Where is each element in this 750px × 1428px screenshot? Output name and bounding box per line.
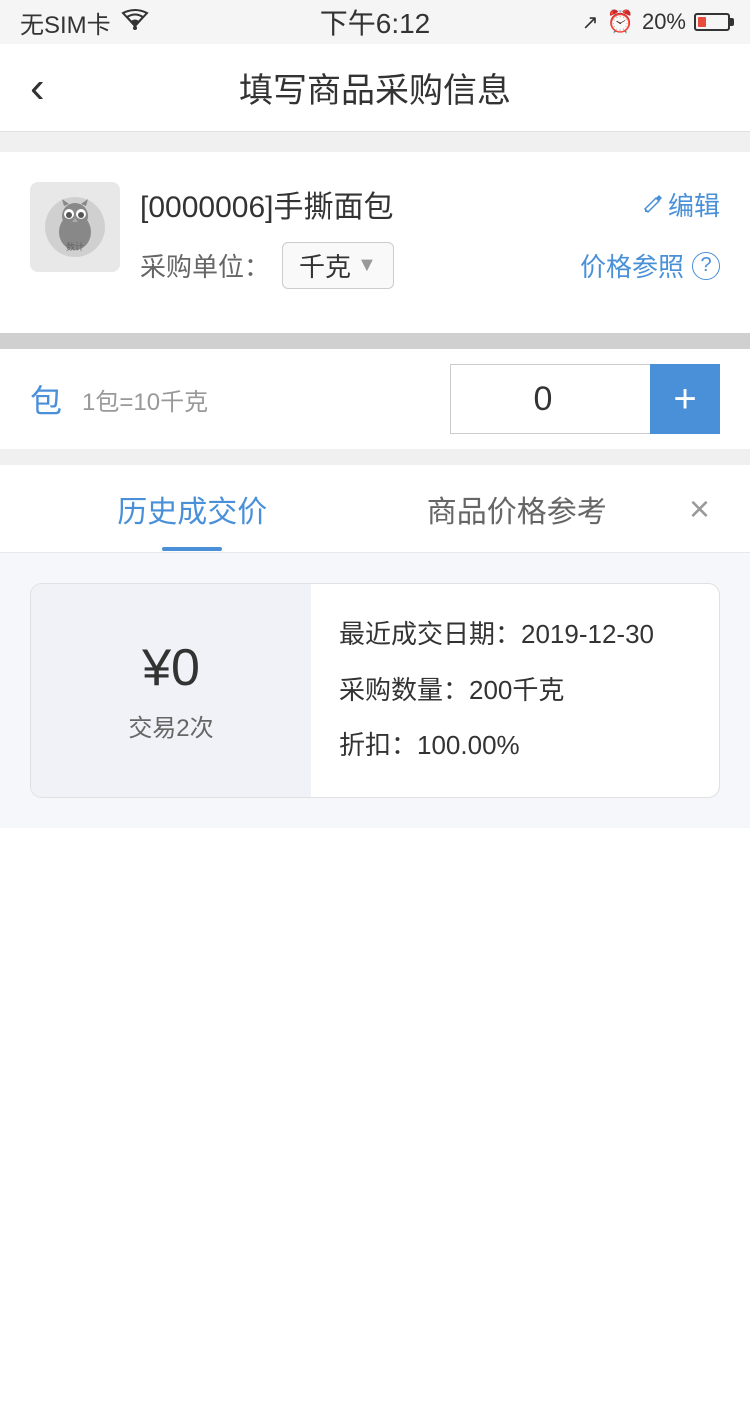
price-card: ¥0 交易2次 最近成交日期：2019-12-30 采购数量：200千克 折扣：… bbox=[30, 583, 720, 798]
battery-icon bbox=[694, 13, 730, 31]
product-full-name: [0000006]手撕面包 bbox=[140, 182, 393, 226]
edit-button[interactable]: 编辑 bbox=[642, 186, 720, 223]
quantity-plus-button[interactable]: + bbox=[650, 364, 720, 434]
price-card-container: ¥0 交易2次 最近成交日期：2019-12-30 采购数量：200千克 折扣：… bbox=[0, 553, 750, 828]
price-value: 0 bbox=[171, 639, 200, 697]
quantity-section: 包 1包=10千克 + bbox=[0, 349, 750, 449]
unit-label: 采购单位： bbox=[140, 247, 270, 284]
price-reference-button[interactable]: 价格参照 ? bbox=[580, 247, 720, 284]
product-info: [0000006]手撕面包 编辑 采购单位： 千克 ▼ bbox=[140, 182, 720, 289]
product-image-icon: 数计 bbox=[40, 192, 110, 262]
unit-select-dropdown[interactable]: 千克 ▼ bbox=[282, 242, 394, 289]
price-ref-label: 价格参照 bbox=[580, 247, 684, 284]
location-icon: ↗ bbox=[582, 10, 599, 35]
empty-content-area bbox=[0, 828, 750, 1428]
discount-label: 折扣： bbox=[339, 730, 417, 760]
discount-value: 100.00% bbox=[417, 730, 520, 760]
tab-price-reference[interactable]: 商品价格参考 bbox=[354, 467, 678, 551]
purchase-qty-label: 采购数量： bbox=[339, 675, 469, 705]
status-time: 下午6:12 bbox=[320, 2, 431, 42]
status-right: ↗ ⏰ 20% bbox=[582, 9, 730, 35]
purchase-qty-row: 采购数量：200千克 bbox=[339, 670, 691, 712]
tabs-section: 历史成交价 商品价格参考 × ¥0 交易2次 最近成交日期：2019-12-30… bbox=[0, 465, 750, 1428]
section-divider bbox=[0, 333, 750, 349]
tab-history-price[interactable]: 历史成交价 bbox=[30, 467, 354, 551]
product-section: 数计 [0000006]手撕面包 编辑 采购单位： bbox=[0, 152, 750, 333]
product-name-row: [0000006]手撕面包 编辑 bbox=[140, 182, 720, 226]
recent-date-row: 最近成交日期：2019-12-30 bbox=[339, 614, 691, 656]
dropdown-arrow-icon: ▼ bbox=[357, 254, 377, 277]
product-header: 数计 [0000006]手撕面包 编辑 采购单位： bbox=[30, 182, 720, 289]
status-left: 无SIM卡 bbox=[20, 5, 149, 40]
alarm-icon: ⏰ bbox=[607, 9, 634, 35]
quantity-input[interactable] bbox=[450, 364, 650, 434]
purchase-qty-value: 200千克 bbox=[469, 675, 564, 705]
tabs-close-button[interactable]: × bbox=[679, 481, 720, 537]
price-left-panel: ¥0 交易2次 bbox=[31, 584, 311, 797]
back-button[interactable]: ‹ bbox=[30, 53, 65, 123]
price-right-panel: 最近成交日期：2019-12-30 采购数量：200千克 折扣：100.00% bbox=[311, 584, 719, 797]
unit-left: 采购单位： 千克 ▼ bbox=[140, 242, 394, 289]
recent-date-label: 最近成交日期： bbox=[339, 619, 521, 649]
svg-text:数计: 数计 bbox=[66, 241, 84, 252]
quantity-right: + bbox=[450, 364, 720, 434]
tabs-header: 历史成交价 商品价格参考 × bbox=[0, 465, 750, 553]
product-thumbnail: 数计 bbox=[30, 182, 120, 272]
wifi-icon bbox=[121, 8, 149, 37]
unit-conversion: 1包=10千克 bbox=[82, 382, 208, 417]
quantity-left: 包 1包=10千克 bbox=[30, 376, 208, 422]
edit-icon bbox=[642, 193, 664, 215]
unit-value: 千克 bbox=[299, 247, 351, 284]
battery-percent: 20% bbox=[642, 9, 686, 35]
unit-badge: 包 bbox=[30, 376, 62, 422]
recent-date-value: 2019-12-30 bbox=[521, 619, 654, 649]
nav-bar: ‹ 填写商品采购信息 bbox=[0, 44, 750, 132]
carrier-label: 无SIM卡 bbox=[20, 5, 111, 40]
discount-row: 折扣：100.00% bbox=[339, 725, 691, 767]
purchase-unit-row: 采购单位： 千克 ▼ 价格参照 ? bbox=[140, 242, 720, 289]
status-bar: 无SIM卡 下午6:12 ↗ ⏰ 20% bbox=[0, 0, 750, 44]
page-title: 填写商品采购信息 bbox=[239, 63, 511, 112]
transaction-count: 交易2次 bbox=[128, 708, 213, 743]
help-icon: ? bbox=[692, 252, 720, 280]
currency-symbol: ¥ bbox=[142, 639, 171, 697]
price-amount: ¥0 bbox=[142, 638, 200, 698]
